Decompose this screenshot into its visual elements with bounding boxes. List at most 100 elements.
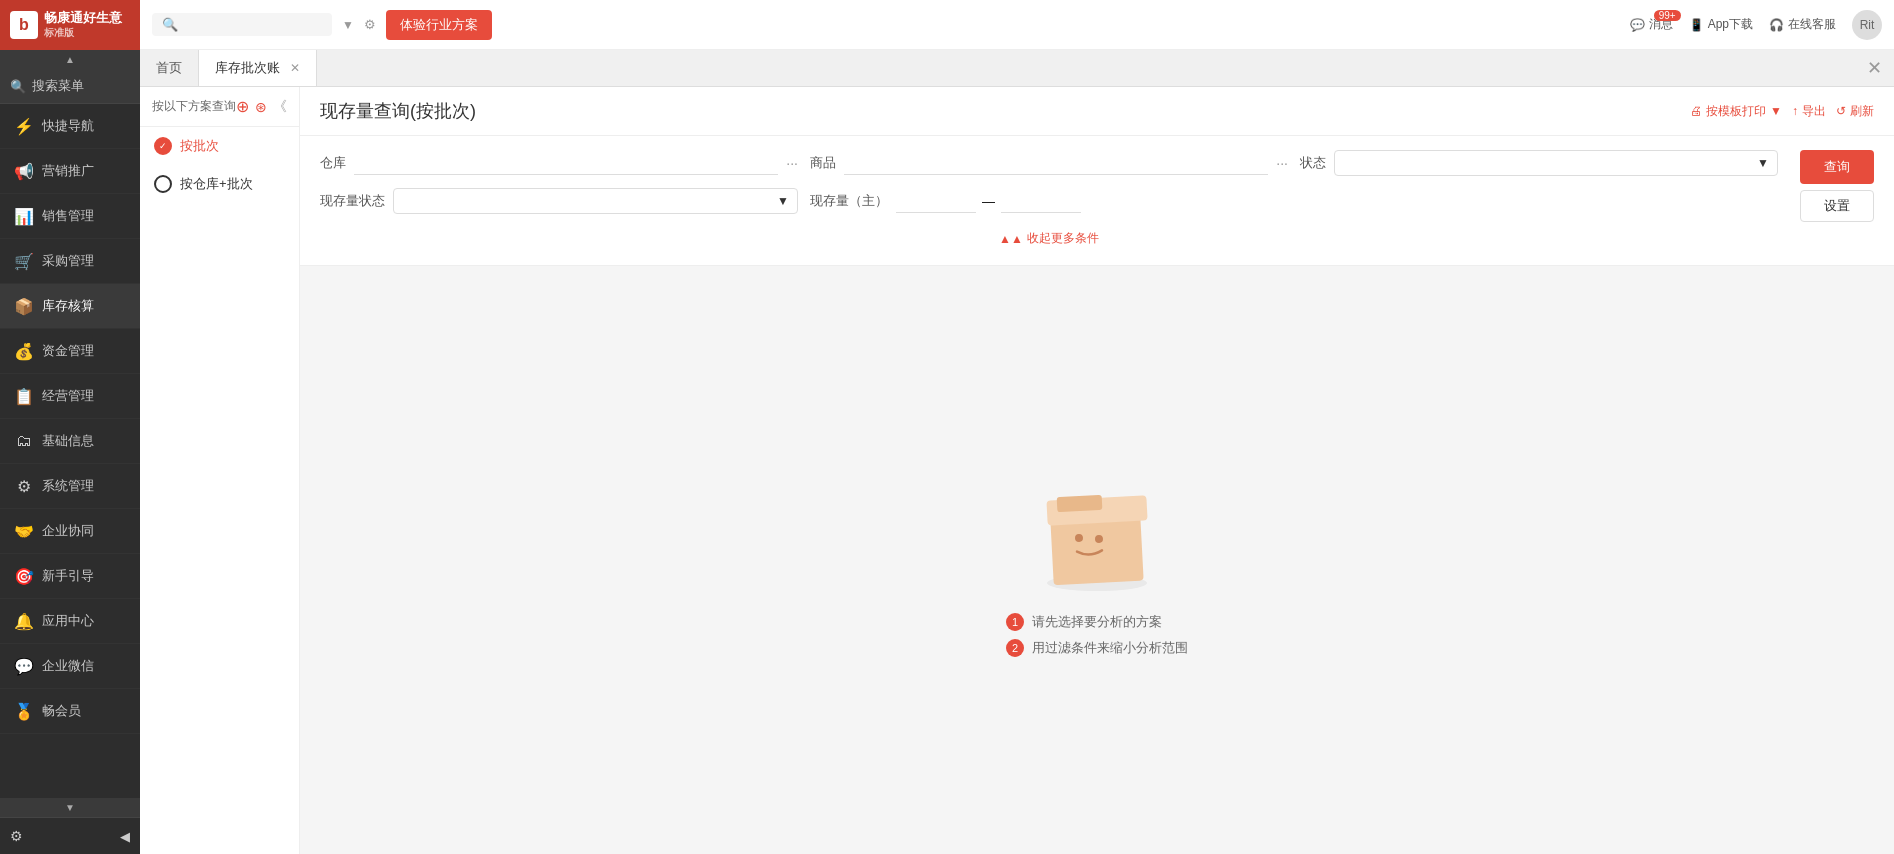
refresh-button[interactable]: ↺ 刷新 bbox=[1836, 103, 1874, 120]
marketing-icon: 📢 bbox=[14, 161, 34, 181]
settings-scheme-icon[interactable]: ⊛ bbox=[255, 99, 267, 115]
tip-text-2: 用过滤条件来缩小分析范围 bbox=[1032, 639, 1188, 657]
product-input[interactable] bbox=[844, 152, 1268, 175]
sidebar-item-label: 采购管理 bbox=[42, 252, 94, 270]
sales-icon: 📊 bbox=[14, 206, 34, 226]
refresh-label: 刷新 bbox=[1850, 103, 1874, 120]
sidebar-item-label: 营销推广 bbox=[42, 162, 94, 180]
topbar: 🔍 ▼ ⚙ 体验行业方案 💬 消息 99+ 📱 App下载 🎧 在线客服 bbox=[140, 0, 1894, 50]
sidebar-item-system[interactable]: ⚙ 系统管理 bbox=[0, 464, 140, 509]
sidebar-scroll-down[interactable]: ▼ bbox=[0, 798, 140, 817]
right-content: 现存量查询(按批次) 🖨 按模板打印 ▼ ↑ 导出 ↺ 刷新 bbox=[300, 87, 1894, 854]
app-logo: b bbox=[10, 11, 38, 39]
phone-icon: 📱 bbox=[1689, 18, 1704, 32]
status-label: 状态 bbox=[1300, 154, 1326, 172]
app-download-button[interactable]: 📱 App下载 bbox=[1689, 16, 1753, 33]
tab-close-icon[interactable]: ✕ bbox=[290, 61, 300, 75]
page-actions: 🖨 按模板打印 ▼ ↑ 导出 ↺ 刷新 bbox=[1690, 103, 1874, 120]
sidebar-item-inventory[interactable]: 📦 库存核算 bbox=[0, 284, 140, 329]
print-dropdown-icon[interactable]: ▼ bbox=[1770, 104, 1782, 118]
sidebar-item-sales[interactable]: 📊 销售管理 bbox=[0, 194, 140, 239]
scheme-item-by-warehouse-batch[interactable]: 按仓库+批次 bbox=[140, 165, 299, 203]
sidebar-item-label: 系统管理 bbox=[42, 477, 94, 495]
sidebar-item-marketing[interactable]: 📢 营销推广 bbox=[0, 149, 140, 194]
sidebar-header: b 畅康通好生意 标准版 bbox=[0, 0, 140, 50]
warehouse-more-icon[interactable]: ··· bbox=[786, 155, 798, 171]
left-panel-title: 按以下方案查询 bbox=[152, 98, 236, 115]
settings-button[interactable]: 设置 bbox=[1800, 190, 1874, 222]
refresh-icon: ↺ bbox=[1836, 104, 1846, 118]
sidebar-item-label: 新手引导 bbox=[42, 567, 94, 585]
settings-gear-icon[interactable]: ⚙ bbox=[364, 17, 376, 32]
stock-main-filter: 现存量（主） — bbox=[810, 190, 1288, 213]
dropdown-icon[interactable]: ▼ bbox=[342, 18, 354, 32]
page-content: 按以下方案查询 ⊕ ⊛ 《 ✓ 按批次 按仓库+批次 现存量查询(按批次) bbox=[140, 87, 1894, 854]
tab-inventory-batch[interactable]: 库存批次账 ✕ bbox=[199, 50, 317, 86]
sidebar: b 畅康通好生意 标准版 ▲ 🔍 搜索菜单 ⚡ 快捷导航 📢 营销推广 📊 销售… bbox=[0, 0, 140, 854]
status-select[interactable]: ▼ bbox=[1334, 150, 1778, 176]
range-separator: — bbox=[982, 194, 995, 209]
sidebar-item-quick-nav[interactable]: ⚡ 快捷导航 bbox=[0, 104, 140, 149]
add-scheme-icon[interactable]: ⊕ bbox=[236, 97, 249, 116]
filter-row-1: 仓库 ··· 商品 ··· 状态 bbox=[320, 150, 1778, 176]
top-search-bar[interactable]: 🔍 bbox=[152, 13, 332, 36]
sidebar-item-enterprise[interactable]: 🤝 企业协同 bbox=[0, 509, 140, 554]
collapse-filters-button[interactable]: ▲▲ 收起更多条件 bbox=[320, 226, 1778, 251]
stock-status-arrow-icon: ▼ bbox=[777, 194, 789, 208]
settings-icon[interactable]: ⚙ bbox=[10, 828, 23, 844]
sidebar-item-members[interactable]: 🏅 畅会员 bbox=[0, 689, 140, 734]
collapse-label: 收起更多条件 bbox=[1027, 230, 1099, 247]
online-support-button[interactable]: 🎧 在线客服 bbox=[1769, 16, 1836, 33]
app-title-block: 畅康通好生意 标准版 bbox=[44, 10, 122, 40]
stock-main-max-input[interactable] bbox=[1001, 190, 1081, 213]
sidebar-item-label: 企业微信 bbox=[42, 657, 94, 675]
tab-inventory-batch-label: 库存批次账 bbox=[215, 59, 280, 77]
app-name: 畅康通好生意 bbox=[44, 10, 122, 26]
sidebar-item-basics[interactable]: 🗂 基础信息 bbox=[0, 419, 140, 464]
product-more-icon[interactable]: ··· bbox=[1276, 155, 1288, 171]
app-download-label: App下载 bbox=[1708, 16, 1753, 33]
trial-button[interactable]: 体验行业方案 bbox=[386, 10, 492, 40]
sidebar-item-label: 销售管理 bbox=[42, 207, 94, 225]
export-label: 导出 bbox=[1802, 103, 1826, 120]
collapse-icon: ▲▲ bbox=[999, 232, 1023, 246]
sidebar-item-label: 快捷导航 bbox=[42, 117, 94, 135]
warehouse-input[interactable] bbox=[354, 152, 778, 175]
scheme-item-by-batch[interactable]: ✓ 按批次 bbox=[140, 127, 299, 165]
search-icon: 🔍 bbox=[10, 79, 26, 94]
collapse-panel-icon[interactable]: 《 bbox=[273, 98, 287, 116]
empty-tip-2: 2 用过滤条件来缩小分析范围 bbox=[1006, 639, 1188, 657]
members-icon: 🏅 bbox=[14, 701, 34, 721]
sidebar-item-newbie[interactable]: 🎯 新手引导 bbox=[0, 554, 140, 599]
query-button[interactable]: 查询 bbox=[1800, 150, 1874, 184]
sidebar-item-apps[interactable]: 🔔 应用中心 bbox=[0, 599, 140, 644]
top-search-input[interactable] bbox=[184, 18, 322, 32]
stock-main-min-input[interactable] bbox=[896, 190, 976, 213]
sidebar-item-purchase[interactable]: 🛒 采购管理 bbox=[0, 239, 140, 284]
export-button[interactable]: ↑ 导出 bbox=[1792, 103, 1826, 120]
stock-status-select[interactable]: ▼ bbox=[393, 188, 798, 214]
topbar-left: 🔍 ▼ ⚙ 体验行业方案 bbox=[152, 10, 492, 40]
sidebar-item-label: 应用中心 bbox=[42, 612, 94, 630]
sidebar-item-label: 经营管理 bbox=[42, 387, 94, 405]
collapse-sidebar-icon[interactable]: ◀ bbox=[120, 829, 130, 844]
print-template-button[interactable]: 🖨 按模板打印 ▼ bbox=[1690, 103, 1782, 120]
filter-row-2: 现存量状态 ▼ 现存量（主） — bbox=[320, 188, 1778, 214]
quick-nav-icon: ⚡ bbox=[14, 116, 34, 136]
empty-svg bbox=[1027, 463, 1167, 593]
sidebar-scroll-up[interactable]: ▲ bbox=[0, 50, 140, 69]
scheme-dot-by-warehouse-batch bbox=[154, 175, 172, 193]
user-menu[interactable]: Rit bbox=[1852, 10, 1882, 40]
close-all-tabs-button[interactable]: ✕ bbox=[1855, 57, 1894, 79]
stock-status-filter: 现存量状态 ▼ bbox=[320, 188, 798, 214]
empty-state: 1 请先选择要分析的方案 2 用过滤条件来缩小分析范围 bbox=[300, 266, 1894, 854]
warehouse-label: 仓库 bbox=[320, 154, 346, 172]
tab-home[interactable]: 首页 bbox=[140, 50, 199, 86]
sidebar-item-wechat[interactable]: 💬 企业微信 bbox=[0, 644, 140, 689]
sidebar-item-finance[interactable]: 💰 资金管理 bbox=[0, 329, 140, 374]
messages-button[interactable]: 💬 消息 99+ bbox=[1630, 16, 1673, 33]
sidebar-search[interactable]: 🔍 搜索菜单 bbox=[0, 69, 140, 104]
sidebar-item-operations[interactable]: 📋 经营管理 bbox=[0, 374, 140, 419]
sidebar-item-label: 基础信息 bbox=[42, 432, 94, 450]
headset-icon: 🎧 bbox=[1769, 18, 1784, 32]
